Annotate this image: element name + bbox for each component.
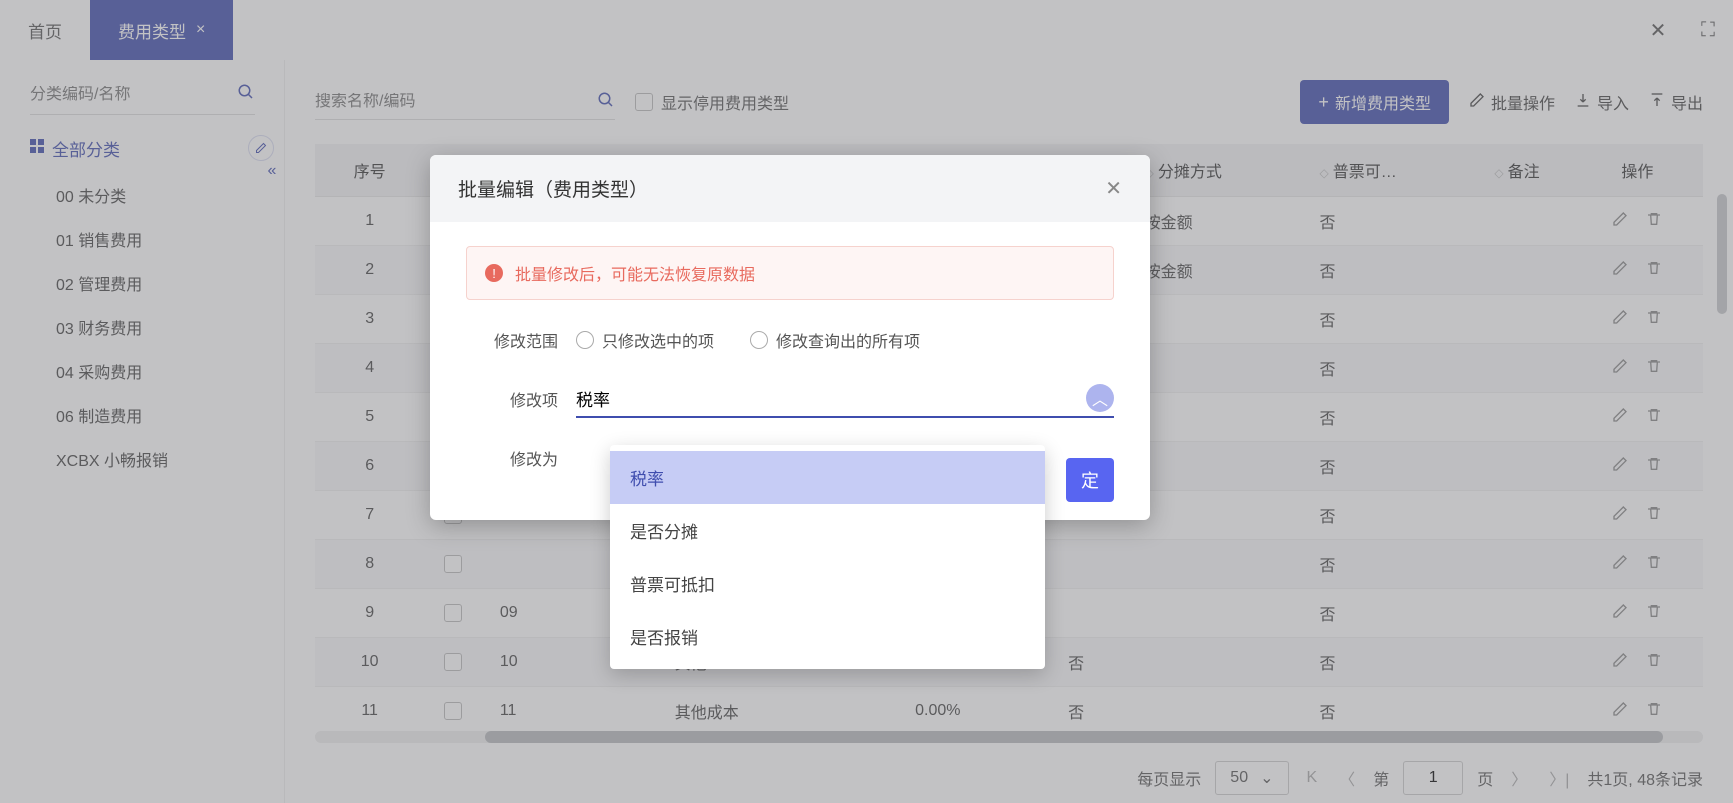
field-label: 修改项 <box>466 387 576 411</box>
chevron-up-icon[interactable]: ︿ <box>1086 384 1114 412</box>
modal-header: 批量编辑（费用类型） ✕ <box>430 155 1150 222</box>
confirm-button[interactable]: 定 <box>1066 458 1114 502</box>
scope-all-queried-radio[interactable]: 修改查询出的所有项 <box>750 328 920 352</box>
modal-title: 批量编辑（费用类型） <box>458 175 648 202</box>
radio-icon <box>750 331 768 349</box>
dropdown-option-label: 税率 <box>630 470 664 489</box>
warning-icon: ! <box>485 264 503 282</box>
radio-icon <box>576 331 594 349</box>
dropdown-option[interactable]: 税率 <box>610 451 1045 504</box>
radio-label: 只修改选中的项 <box>602 328 714 352</box>
radio-label: 修改查询出的所有项 <box>776 328 920 352</box>
dropdown-option-label: 普票可抵扣 <box>630 576 715 595</box>
alert-text: 批量修改后，可能无法恢复原数据 <box>515 261 755 285</box>
field-select[interactable]: ︿ <box>576 380 1114 418</box>
dropdown-option-label: 是否报销 <box>630 629 698 648</box>
modal-close-button[interactable]: ✕ <box>1105 176 1122 201</box>
scope-selected-only-radio[interactable]: 只修改选中的项 <box>576 328 714 352</box>
scope-row: 修改范围 只修改选中的项 修改查询出的所有项 <box>466 328 1114 352</box>
value-label: 修改为 <box>466 446 576 470</box>
dropdown-option[interactable]: 是否分摊 <box>610 504 1045 557</box>
dropdown-option[interactable]: 普票可抵扣 <box>610 557 1045 610</box>
confirm-label: 定 <box>1081 471 1099 491</box>
scope-label: 修改范围 <box>466 328 576 352</box>
dropdown-option-label: 是否分摊 <box>630 523 698 542</box>
dropdown-option[interactable]: 是否报销 <box>610 610 1045 663</box>
field-row: 修改项 ︿ <box>466 380 1114 418</box>
warning-alert: ! 批量修改后，可能无法恢复原数据 <box>466 246 1114 300</box>
field-select-input[interactable] <box>576 388 1086 408</box>
field-dropdown: 税率 是否分摊 普票可抵扣 是否报销 <box>610 445 1045 669</box>
